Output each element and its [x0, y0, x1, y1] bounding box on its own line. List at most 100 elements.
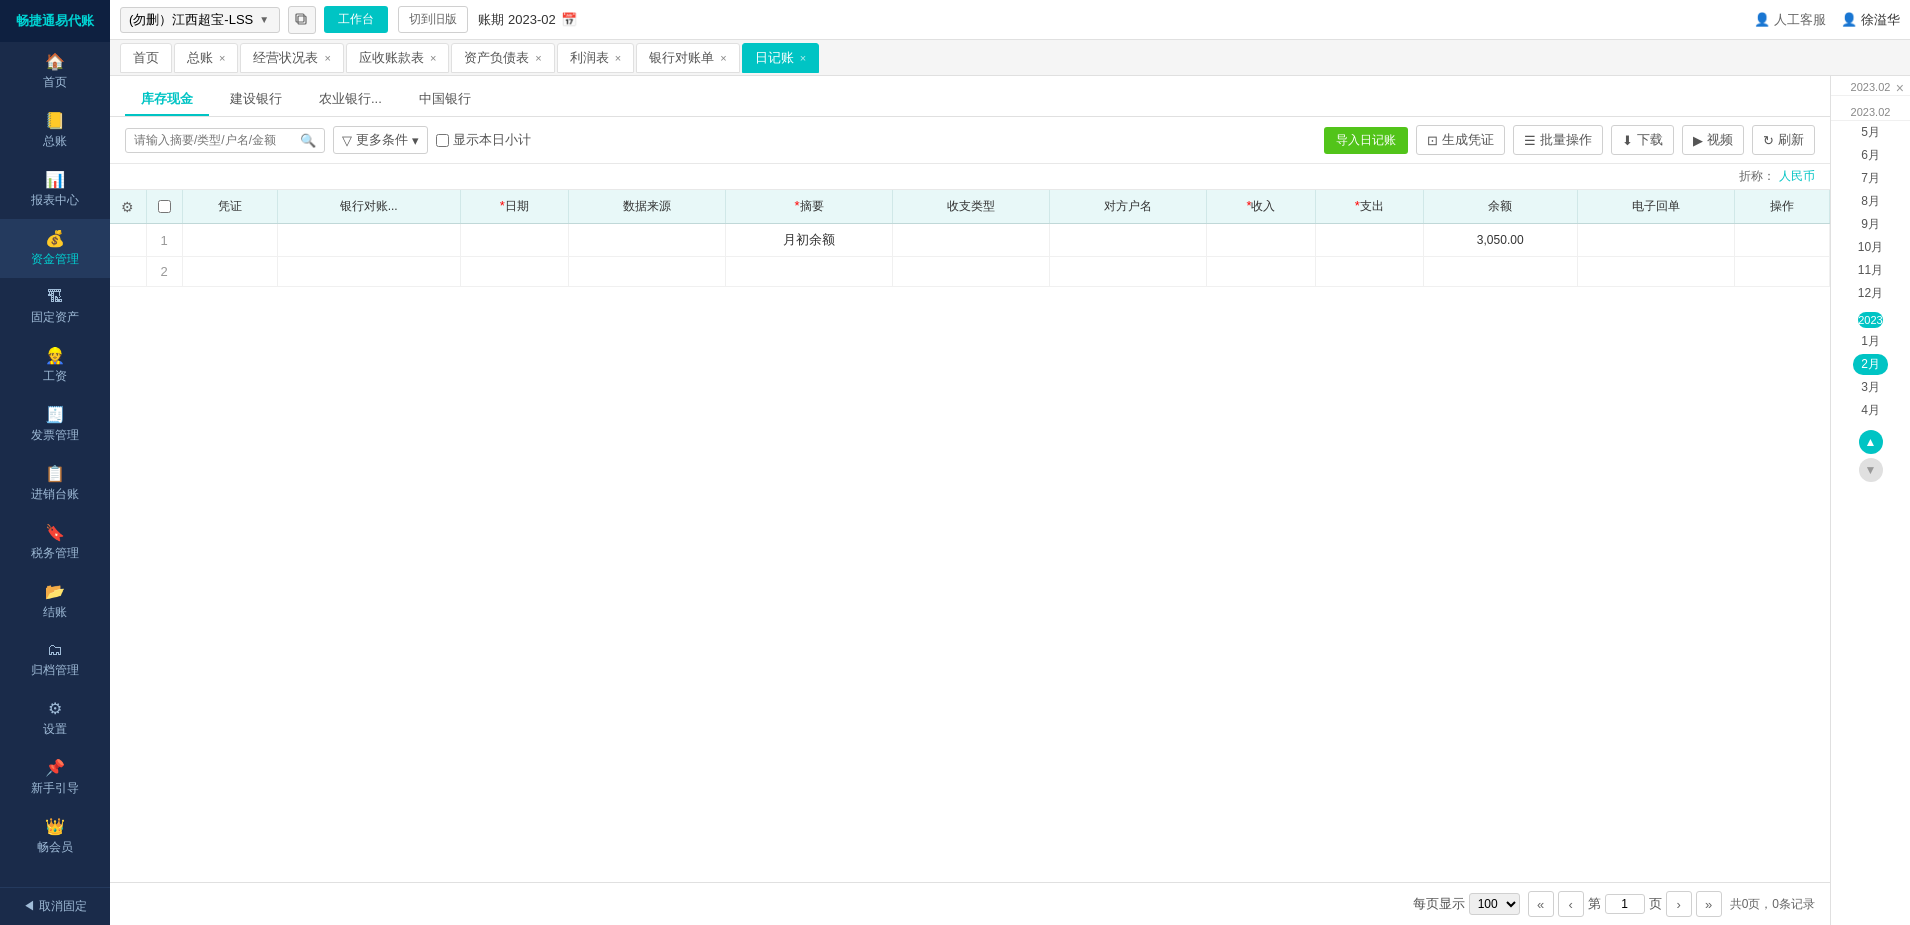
sidebar-item-fixed-assets[interactable]: 🏗 固定资产: [0, 278, 110, 336]
tab-label: 利润表: [570, 49, 609, 67]
scroll-down-icon[interactable]: ▼: [1859, 458, 1883, 482]
tab-journal[interactable]: 日记账 ×: [742, 43, 819, 73]
tab-general-ledger[interactable]: 总账 ×: [174, 43, 238, 73]
dropdown-arrow-icon: ▼: [259, 14, 269, 25]
workbench-button[interactable]: 工作台: [324, 6, 388, 33]
import-button[interactable]: 导入日记账: [1324, 127, 1408, 154]
month-2-active[interactable]: 2月: [1853, 354, 1888, 375]
sidebar-item-invoice[interactable]: 🧾 发票管理: [0, 395, 110, 454]
month-3[interactable]: 3月: [1851, 376, 1890, 399]
tab-home[interactable]: 首页: [120, 43, 172, 73]
prev-page-button[interactable]: ‹: [1558, 891, 1584, 917]
cell-voucher: [182, 224, 277, 257]
month-11[interactable]: 11月: [1848, 259, 1893, 282]
filter-button[interactable]: ▽ 更多条件 ▾: [333, 126, 428, 154]
current-year-label[interactable]: 2023: [1858, 312, 1882, 328]
chart-icon: 📊: [45, 170, 65, 189]
search-input[interactable]: [134, 133, 300, 147]
sidebar-item-reports[interactable]: 📊 报表中心: [0, 160, 110, 219]
old-version-button[interactable]: 切到旧版: [398, 6, 468, 33]
currency-selector[interactable]: 人民币: [1779, 168, 1815, 185]
refresh-button[interactable]: ↻ 刷新: [1752, 125, 1815, 155]
tab-close-icon[interactable]: ×: [615, 52, 621, 64]
sidebar-item-settlement[interactable]: 📂 结账: [0, 572, 110, 631]
sidebar-item-tax[interactable]: 🔖 税务管理: [0, 513, 110, 572]
month-10[interactable]: 10月: [1848, 236, 1893, 259]
invoice-icon: 🧾: [45, 405, 65, 424]
sidebar-item-archive[interactable]: 🗂 归档管理: [0, 631, 110, 689]
sub-tab-cash[interactable]: 库存现金: [125, 84, 209, 116]
sidebar-item-home[interactable]: 🏠 首页: [0, 42, 110, 101]
cell-action: [1734, 257, 1829, 287]
sub-tab-jianshe[interactable]: 建设银行: [214, 84, 298, 116]
sidebar-item-general[interactable]: 📒 总账: [0, 101, 110, 160]
show-today-sum-checkbox[interactable]: [436, 134, 449, 147]
tab-close-icon[interactable]: ×: [800, 52, 806, 64]
select-all-checkbox[interactable]: [158, 200, 171, 213]
per-page-label: 每页显示: [1413, 895, 1465, 913]
tab-profit[interactable]: 利润表 ×: [557, 43, 634, 73]
tab-bank-reconciliation[interactable]: 银行对账单 ×: [636, 43, 739, 73]
tab-label: 银行对账单: [649, 49, 714, 67]
gen-voucher-button[interactable]: ⊡ 生成凭证: [1416, 125, 1505, 155]
col-settings[interactable]: ⚙: [110, 190, 146, 224]
customer-service[interactable]: 👤 人工客服: [1754, 11, 1826, 29]
cell-summary: 月初余额: [725, 224, 892, 257]
next-page-button[interactable]: ›: [1666, 891, 1692, 917]
month-1[interactable]: 1月: [1851, 330, 1890, 353]
tab-receivables[interactable]: 应收账款表 ×: [346, 43, 449, 73]
month-6[interactable]: 6月: [1851, 144, 1890, 167]
settings-icon[interactable]: ⚙: [121, 199, 134, 215]
scroll-up-icon[interactable]: ▲: [1859, 430, 1883, 454]
currency-row: 折称： 人民币: [110, 164, 1830, 190]
per-page-select[interactable]: 100 50 200: [1469, 893, 1520, 915]
month-9[interactable]: 9月: [1851, 213, 1890, 236]
video-button[interactable]: ▶ 视频: [1682, 125, 1744, 155]
calendar-icon[interactable]: 📅: [561, 12, 577, 27]
month-7[interactable]: 7月: [1851, 167, 1890, 190]
batch-label: 批量操作: [1540, 131, 1592, 149]
batch-button[interactable]: ☰ 批量操作: [1513, 125, 1603, 155]
month-12[interactable]: 12月: [1848, 282, 1893, 305]
first-page-button[interactable]: «: [1528, 891, 1554, 917]
sidebar-item-finance[interactable]: 💰 资金管理: [0, 219, 110, 278]
search-icon[interactable]: 🔍: [300, 133, 316, 148]
tab-close-icon[interactable]: ×: [219, 52, 225, 64]
sidebar-item-vip[interactable]: 👑 畅会员: [0, 807, 110, 866]
cell-checkbox: 1: [146, 224, 182, 257]
show-today-sum-label[interactable]: 显示本日小计: [436, 131, 531, 149]
company-selector[interactable]: (勿删）江西超宝-LSS ▼: [120, 7, 280, 33]
download-label: 下载: [1637, 131, 1663, 149]
sidebar-item-payroll[interactable]: 👷 工资: [0, 336, 110, 395]
tab-bar: 首页 总账 × 经营状况表 × 应收账款表 × 资产负债表 × 利润表 × 银行…: [110, 40, 1910, 76]
month-5[interactable]: 5月: [1851, 121, 1890, 144]
sub-tab-zhongguo[interactable]: 中国银行: [403, 84, 487, 116]
sidebar-item-sales[interactable]: 📋 进销台账: [0, 454, 110, 513]
sub-tab-nongye[interactable]: 农业银行...: [303, 84, 398, 116]
last-page-button[interactable]: »: [1696, 891, 1722, 917]
user-info[interactable]: 👤 徐溢华: [1841, 11, 1900, 29]
service-label: 人工客服: [1774, 11, 1826, 29]
tab-close-icon[interactable]: ×: [720, 52, 726, 64]
gear-icon: ⚙: [48, 699, 62, 718]
month-8[interactable]: 8月: [1851, 190, 1890, 213]
sidebar-item-settings[interactable]: ⚙ 设置: [0, 689, 110, 748]
copy-button[interactable]: [288, 6, 316, 34]
tab-label: 资产负债表: [464, 49, 529, 67]
panel-close-button[interactable]: ×: [1896, 80, 1904, 96]
refresh-icon: ↻: [1763, 133, 1774, 148]
tab-business-status[interactable]: 经营状况表 ×: [240, 43, 343, 73]
col-balance: 余额: [1423, 190, 1577, 224]
page-number-input[interactable]: [1605, 894, 1645, 914]
main-area: (勿删）江西超宝-LSS ▼ 工作台 切到旧版 账期 2023-02 📅 👤 人…: [110, 0, 1910, 925]
video-icon: ▶: [1693, 133, 1703, 148]
tab-close-icon[interactable]: ×: [324, 52, 330, 64]
tab-close-icon[interactable]: ×: [535, 52, 541, 64]
download-icon: ⬇: [1622, 133, 1633, 148]
month-4[interactable]: 4月: [1851, 399, 1890, 422]
tab-close-icon[interactable]: ×: [430, 52, 436, 64]
sidebar-toggle[interactable]: ◀ 取消固定: [0, 887, 110, 925]
sidebar-item-guide[interactable]: 📌 新手引导: [0, 748, 110, 807]
download-button[interactable]: ⬇ 下载: [1611, 125, 1674, 155]
tab-assets-liabilities[interactable]: 资产负债表 ×: [451, 43, 554, 73]
